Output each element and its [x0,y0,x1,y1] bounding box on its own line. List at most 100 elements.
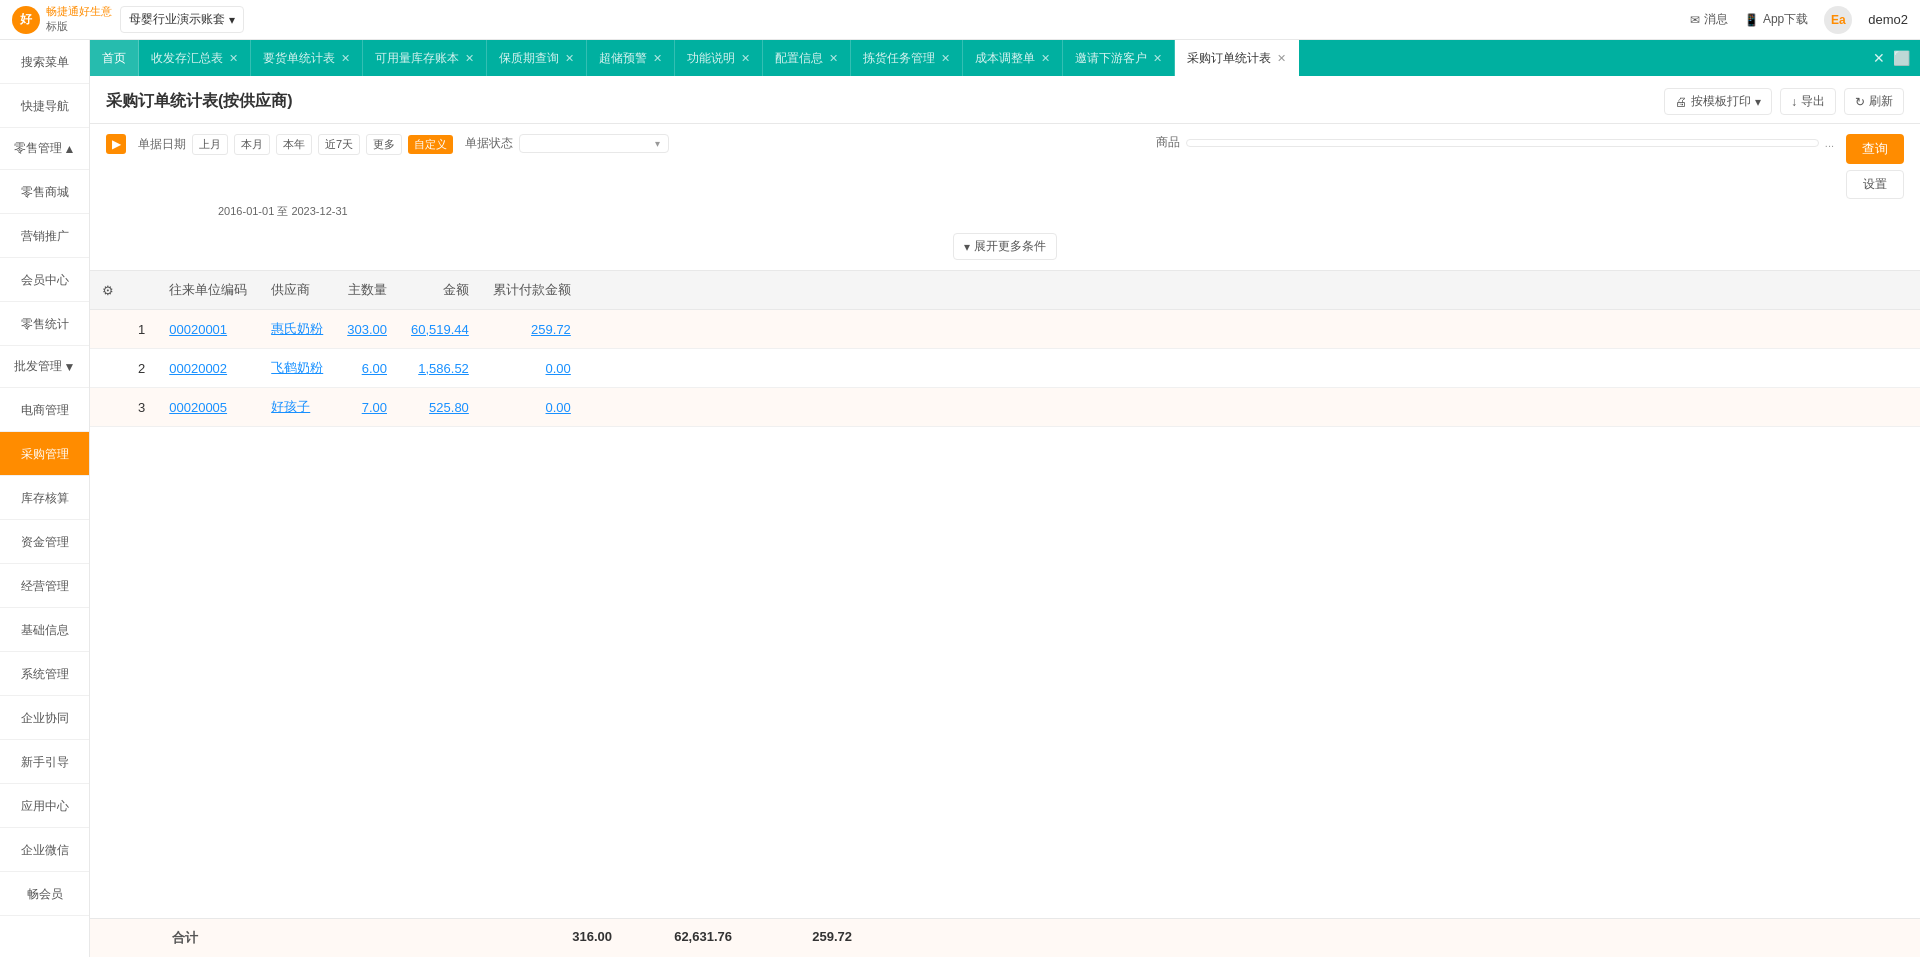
sidebar-item-enterprise[interactable]: 企业协同 [0,696,89,740]
tab-config-info[interactable]: 配置信息 ✕ [763,40,851,76]
row-supplier[interactable]: 飞鹤奶粉 [259,349,335,388]
date-btn-this-month[interactable]: 本月 [234,134,270,155]
user-avatar[interactable]: Ea [1824,6,1852,34]
row-code[interactable]: 00020001 [157,310,259,349]
row-gear[interactable] [90,388,126,427]
sidebar-item-member[interactable]: 会员中心 [0,258,89,302]
message-action[interactable]: ✉ 消息 [1690,11,1728,28]
row-amount[interactable]: 1,586.52 [399,349,481,388]
tab-collect-issue[interactable]: 收发存汇总表 ✕ [139,40,251,76]
goods-input[interactable] [1186,139,1819,147]
sidebar-item-wechat[interactable]: 企业微信 [0,828,89,872]
tab-purchase-stat[interactable]: 要货单统计表 ✕ [251,40,363,76]
row-paid[interactable]: 0.00 [481,388,583,427]
sidebar-item-retail-stat[interactable]: 零售统计 [0,302,89,346]
tab-cost-adjust[interactable]: 成本调整单 ✕ [963,40,1063,76]
row-quantity[interactable]: 6.00 [335,349,399,388]
sidebar-item-inventory[interactable]: 库存核算 [0,476,89,520]
sidebar-item-retail-mall[interactable]: 零售商城 [0,170,89,214]
filter-goods-group: 商品 ... [1156,134,1834,151]
row-num: 3 [126,388,157,427]
tab-close-purchase-order-stat[interactable]: ✕ [1277,52,1286,65]
row-gear[interactable] [90,310,126,349]
tab-close-purchase-stat[interactable]: ✕ [341,52,350,65]
tab-close-collect-issue[interactable]: ✕ [229,52,238,65]
tab-available-stock[interactable]: 可用量库存账本 ✕ [363,40,487,76]
footer-spacer [102,929,172,947]
tab-close-invite-downstream[interactable]: ✕ [1153,52,1162,65]
row-quantity[interactable]: 303.00 [335,310,399,349]
sidebar-item-system[interactable]: 系统管理 [0,652,89,696]
sidebar-item-ecommerce[interactable]: 电商管理 [0,388,89,432]
tab-maximize-btn[interactable]: ⬜ [1891,48,1912,68]
sidebar-item-quick-nav[interactable]: 快捷导航 [0,84,89,128]
sidebar-item-purchase[interactable]: 采购管理 [0,432,89,476]
col-extra-header [583,271,1920,310]
row-amount[interactable]: 525.80 [399,388,481,427]
sidebar-item-vip[interactable]: 畅会员 [0,872,89,916]
export-button[interactable]: ↓ 导出 [1780,88,1836,115]
page-title: 采购订单统计表(按供应商) [106,91,293,112]
date-range-display: 2016-01-01 至 2023-12-31 [218,203,1904,219]
tab-close-overstock[interactable]: ✕ [653,52,662,65]
print-icon: 🖨 [1675,95,1687,109]
sidebar-item-basic[interactable]: 基础信息 [0,608,89,652]
col-gear-header[interactable]: ⚙ [90,271,126,310]
sidebar-item-search[interactable]: 搜索菜单 [0,40,89,84]
tab-close-pick-task[interactable]: ✕ [941,52,950,65]
sidebar-item-wholesale[interactable]: 批发管理 ▼ [0,346,89,388]
tab-invite-downstream[interactable]: 邀请下游客户 ✕ [1063,40,1175,76]
tab-home[interactable]: 首页 [90,40,139,76]
page-header-actions: 🖨 按模板打印 ▾ ↓ 导出 ↻ 刷新 [1664,88,1904,115]
date-btn-more[interactable]: 更多 [366,134,402,155]
query-button[interactable]: 查询 [1846,134,1904,164]
footer-paid: 259.72 [732,929,852,947]
row-supplier[interactable]: 好孩子 [259,388,335,427]
sidebar-item-newbie[interactable]: 新手引导 [0,740,89,784]
data-table: ⚙ 往来单位编码 供应商 主数量 金额 累计付款金额 1 00020001 [90,271,1920,427]
row-code[interactable]: 00020005 [157,388,259,427]
filter-toggle-arrow[interactable]: ▶ [106,134,126,154]
expand-button[interactable]: ▾ 展开更多条件 [953,233,1057,260]
print-button[interactable]: 🖨 按模板打印 ▾ [1664,88,1772,115]
tab-bar: 首页 收发存汇总表 ✕ 要货单统计表 ✕ 可用量库存账本 ✕ 保质期查询 ✕ 超… [90,40,1920,76]
sidebar-item-marketing[interactable]: 营销推广 [0,214,89,258]
tab-close-function-desc[interactable]: ✕ [741,52,750,65]
date-btn-7days[interactable]: 近7天 [318,134,360,155]
tab-function-desc[interactable]: 功能说明 ✕ [675,40,763,76]
tab-close-config-info[interactable]: ✕ [829,52,838,65]
workspace-selector[interactable]: 母婴行业演示账套 ▾ [120,6,244,33]
status-dropdown[interactable]: ▾ [519,134,669,153]
row-paid[interactable]: 259.72 [481,310,583,349]
row-amount[interactable]: 60,519.44 [399,310,481,349]
username-label[interactable]: demo2 [1868,12,1908,27]
date-btn-this-year[interactable]: 本年 [276,134,312,155]
row-paid[interactable]: 0.00 [481,349,583,388]
sidebar-item-operations[interactable]: 经营管理 [0,564,89,608]
tab-close-cost-adjust[interactable]: ✕ [1041,52,1050,65]
row-quantity[interactable]: 7.00 [335,388,399,427]
row-code[interactable]: 00020002 [157,349,259,388]
sidebar-item-finance[interactable]: 资金管理 [0,520,89,564]
logo-icon: 好 [12,6,40,34]
row-gear[interactable] [90,349,126,388]
sidebar-item-app-center[interactable]: 应用中心 [0,784,89,828]
tab-overstock[interactable]: 超储预警 ✕ [587,40,675,76]
col-quantity-header: 主数量 [335,271,399,310]
tab-pick-task[interactable]: 拣货任务管理 ✕ [851,40,963,76]
tab-purchase-order-stat[interactable]: 采购订单统计表 ✕ [1175,40,1299,76]
row-num: 2 [126,349,157,388]
tab-close-expiry-query[interactable]: ✕ [565,52,574,65]
tab-close-available-stock[interactable]: ✕ [465,52,474,65]
refresh-button[interactable]: ↻ 刷新 [1844,88,1904,115]
tab-close-btn[interactable]: ✕ [1871,48,1887,68]
date-custom-badge[interactable]: 自定义 [408,135,453,154]
table-area: ⚙ 往来单位编码 供应商 主数量 金额 累计付款金额 1 00020001 [90,271,1920,918]
date-btn-last-month[interactable]: 上月 [192,134,228,155]
row-supplier[interactable]: 惠氏奶粉 [259,310,335,349]
settings-button[interactable]: 设置 [1846,170,1904,199]
app-download-action[interactable]: 📱 App下载 [1744,11,1808,28]
tab-expiry-query[interactable]: 保质期查询 ✕ [487,40,587,76]
more-options-btn[interactable]: ... [1825,137,1834,149]
sidebar-item-retail[interactable]: 零售管理 ▲ [0,128,89,170]
